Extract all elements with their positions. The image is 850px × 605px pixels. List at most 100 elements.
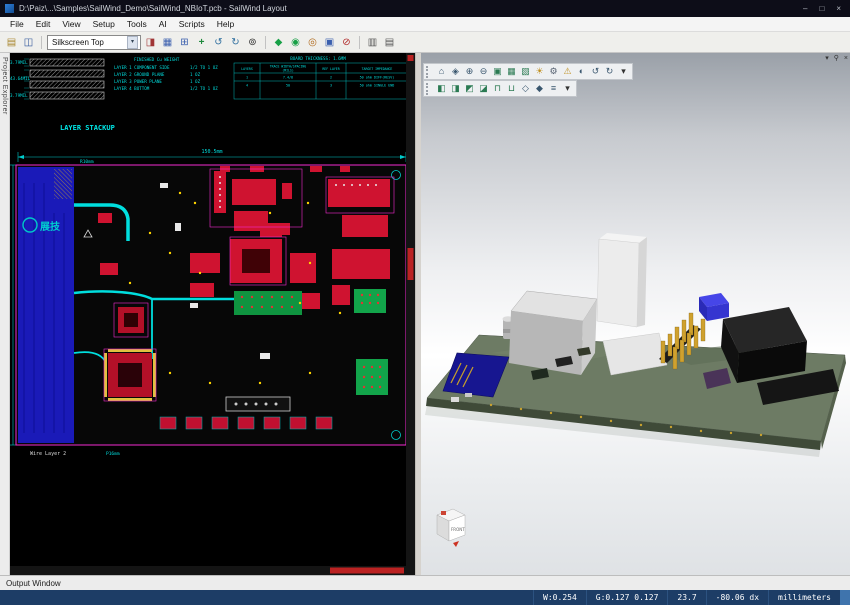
perspective-icon[interactable]: ◆	[533, 82, 546, 95]
menu-edit[interactable]: Edit	[30, 18, 57, 30]
stackup-title: LAYER STACKUP	[60, 124, 115, 132]
corner-radius-note: R10mm	[80, 159, 94, 165]
toolbar-3d-main: ⌂ ◈ ⊕ ⊖ ▣ ▦ ▧ ☀ ⚙ ⚠ ◐ ↺ ↻ ▾	[423, 63, 633, 80]
top-view-icon[interactable]: ⊓	[491, 82, 504, 95]
svg-text:REF LAYER: REF LAYER	[322, 67, 339, 71]
menu-tools[interactable]: Tools	[121, 18, 153, 30]
svg-text:LAYER 2 GROUND PLANE: LAYER 2 GROUND PLANE	[114, 72, 165, 77]
orbit-icon[interactable]: ◈	[449, 65, 462, 78]
snapshot-icon[interactable]: ◐	[575, 65, 588, 78]
layer-select-dropdown[interactable]: Silkscreen Top ▾	[47, 34, 141, 50]
left-view-icon[interactable]: ◩	[463, 82, 476, 95]
svg-text:1 OZ: 1 OZ	[190, 72, 201, 77]
status-trace-width: W:0.254	[533, 590, 586, 605]
toolbar-separator	[265, 35, 266, 49]
board-width-label: 150.5mm	[201, 149, 222, 155]
pcb-3d-view[interactable]: ▾ ⚲ × ⌂ ◈ ⊕ ⊖ ▣ ▦ ▧ ☀ ⚙ ⚠ ◐ ↺ ↻ ▾ ◧ ◨ ◩ …	[421, 53, 850, 575]
svg-text:3: 3	[330, 84, 332, 88]
maximize-button[interactable]: □	[819, 4, 824, 13]
main-area: Project Explorer 3.79MIL 43.64MIL 3.79MI…	[0, 53, 850, 575]
stackup-dim-2: 43.64MIL	[10, 76, 31, 81]
save-icon[interactable]: ◫	[21, 35, 36, 50]
back-view-icon[interactable]: ◨	[449, 82, 462, 95]
zoom-in-3d-icon[interactable]: ⊕	[463, 65, 476, 78]
pin-icon[interactable]: ⚲	[834, 54, 839, 62]
fit-view-icon[interactable]: ▣	[491, 65, 504, 78]
light-icon[interactable]: ☀	[533, 65, 546, 78]
close-panel-icon[interactable]: ×	[844, 55, 848, 62]
copper-view-icon[interactable]: ▧	[519, 65, 532, 78]
output-window-tab[interactable]: Output Window	[0, 575, 850, 590]
svg-text:LAYERS: LAYERS	[241, 67, 253, 71]
menu-ai[interactable]: AI	[153, 18, 173, 30]
settings-3d-icon[interactable]: ⚙	[547, 65, 560, 78]
layers-icon[interactable]: ▣	[322, 35, 337, 50]
pcb-2d-view[interactable]: 3.79MIL 43.64MIL 3.79MIL FINISHED Cu WEI…	[10, 53, 415, 575]
flip-board-icon[interactable]: ◨	[143, 35, 158, 50]
route-mode-icon[interactable]: ◆	[271, 35, 286, 50]
vertical-scroll-thumb[interactable]	[407, 248, 414, 280]
rotate-right-icon[interactable]: ↻	[603, 65, 616, 78]
menu-file[interactable]: File	[4, 18, 30, 30]
status-grid: G:0.127 0.127	[585, 590, 668, 605]
toolbar-separator	[41, 35, 42, 49]
minimize-button[interactable]: –	[803, 4, 807, 13]
undo-icon[interactable]: ↺	[211, 35, 226, 50]
svg-text:(MILS): (MILS)	[282, 69, 294, 73]
menubar: File Edit View Setup Tools AI Scripts He…	[0, 17, 850, 32]
grid-icon[interactable]: ▦	[160, 35, 175, 50]
menu-scripts[interactable]: Scripts	[173, 18, 211, 30]
macro-play-icon[interactable]: ▤	[382, 35, 397, 50]
toolbar-drag-handle[interactable]	[426, 82, 432, 95]
snap-icon[interactable]: ⊞	[177, 35, 192, 50]
svg-text:1/2 TO 1 OZ: 1/2 TO 1 OZ	[190, 86, 218, 91]
scroll-up-button[interactable]	[407, 55, 414, 61]
bottom-component-row	[159, 416, 333, 430]
svg-text:2: 2	[330, 76, 332, 80]
project-explorer-tab[interactable]: Project Explorer	[0, 53, 10, 575]
output-window-label: Output Window	[6, 578, 61, 588]
section-icon[interactable]: ≡	[547, 82, 560, 95]
drc-warnings-icon[interactable]: ⚠	[561, 65, 574, 78]
bottom-view-icon[interactable]: ⊔	[505, 82, 518, 95]
drc-icon[interactable]: ⊘	[339, 35, 354, 50]
preset-dropdown-icon[interactable]: ▾	[561, 82, 574, 95]
svg-text:1/2 TO 1 OZ: 1/2 TO 1 OZ	[190, 65, 218, 70]
vertical-scrollbar[interactable]	[406, 53, 415, 575]
open-icon[interactable]: ▤	[4, 35, 19, 50]
zoom-icon[interactable]: ⊚	[245, 35, 260, 50]
board-mesh-icon[interactable]: ▦	[505, 65, 518, 78]
black-module-3d	[721, 307, 807, 383]
panel-menu-icon[interactable]: ▾	[825, 54, 829, 62]
front-cube-label: FRONT	[451, 527, 465, 532]
zoom-out-3d-icon[interactable]: ⊖	[477, 65, 490, 78]
pour-icon[interactable]: ◎	[305, 35, 320, 50]
close-button[interactable]: ×	[836, 4, 841, 13]
chevron-down-icon[interactable]: ▾	[127, 35, 138, 49]
horizontal-scroll-thumb[interactable]	[330, 567, 404, 574]
svg-text:50 ohm DIFF(RESV): 50 ohm DIFF(RESV)	[360, 76, 395, 80]
toolbar-drag-handle[interactable]	[426, 65, 432, 78]
origin-icon[interactable]: +	[194, 35, 209, 50]
display-toggle-icon[interactable]: ◉	[288, 35, 303, 50]
board-thickness-label: BOARD THICKNESS: 1.6MM	[290, 56, 346, 61]
menu-view[interactable]: View	[56, 18, 86, 30]
redo-icon[interactable]: ↻	[228, 35, 243, 50]
menu-help[interactable]: Help	[211, 18, 240, 30]
cube-axis-arrow-icon	[453, 541, 459, 547]
right-view-icon[interactable]: ◪	[477, 82, 490, 95]
front-view-icon[interactable]: ◧	[435, 82, 448, 95]
main-toolbar: ▤ ◫ Silkscreen Top ▾ ◨ ▦ ⊞ + ↺ ↻ ⊚ ◆ ◉ ◎…	[0, 32, 850, 53]
menu-setup[interactable]: Setup	[87, 18, 121, 30]
toolbar-3d-views: ◧ ◨ ◩ ◪ ⊓ ⊔ ◇ ◆ ≡ ▾	[423, 80, 577, 97]
home-view-icon[interactable]: ⌂	[435, 65, 448, 78]
statusbar: W:0.254 G:0.127 0.127 23.7 -80.06 dx mil…	[0, 590, 850, 605]
stackup-dim-1: 3.79MIL	[10, 60, 28, 65]
view-menu-icon[interactable]: ▾	[617, 65, 630, 78]
view-cube-widget[interactable]: FRONT	[436, 508, 466, 547]
macro-record-icon[interactable]: ▥	[365, 35, 380, 50]
iso-view-icon[interactable]: ◇	[519, 82, 532, 95]
rotate-left-icon[interactable]: ↺	[589, 65, 602, 78]
svg-text:4: 4	[246, 84, 248, 88]
resize-grip[interactable]	[840, 590, 850, 605]
